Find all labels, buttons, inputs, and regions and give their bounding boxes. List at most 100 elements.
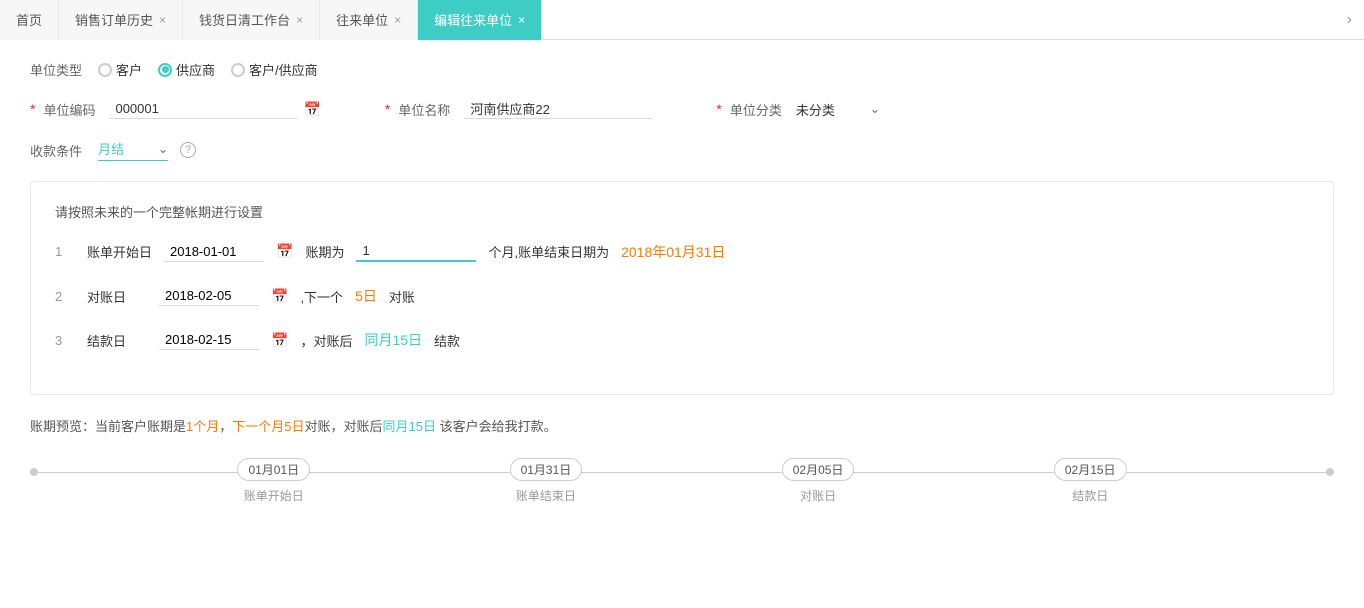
tab-cashwork-close[interactable]: × [296,13,303,27]
row-field-label-1: 账单开始日 [87,242,152,261]
unit-type-label: 单位类型 [30,60,82,79]
tab-cashwork-label: 钱货日清工作台 [199,10,290,29]
payment-condition-select-wrapper: 月结 ⌄ [98,139,168,161]
tab-home-label: 首页 [16,10,42,29]
preview-suffix: 该客户会给我打款。 [436,419,557,434]
tab-home[interactable]: 首页 [0,0,59,40]
timeline-point-2: 02月05日 对账日 [782,458,855,504]
timeline-date-2: 02月05日 [793,463,844,477]
setting-row-1: 1 账单开始日 📅 账期为 个月,账单结束日期为 2018年01月31日 [55,241,1309,262]
unit-category-dropdown-icon[interactable]: ⌄ [870,102,880,116]
tab-edit-partner-close[interactable]: × [518,13,525,27]
unit-category-star: * [716,101,721,117]
row-num-2: 2 [55,289,75,304]
tab-sales-history-close[interactable]: × [159,13,166,27]
radio-customer-supplier[interactable]: 客户/供应商 [231,60,318,79]
period-end-date: 2018年01月31日 [621,242,725,262]
unit-name-label: 单位名称 [398,100,450,119]
settle-desc-suffix: 结款 [434,331,460,350]
unit-name-star: * [385,101,390,117]
settle-date-calendar-icon[interactable]: 📅 [271,332,288,349]
settle-date-input[interactable] [159,330,259,350]
payment-condition-value: 月结 [98,139,158,158]
tab-partner[interactable]: 往来单位 × [320,0,418,40]
timeline-label-0: 账单开始日 [244,487,304,504]
tabs-bar: 首页 销售订单历史 × 钱货日清工作台 × 往来单位 × 编辑往来单位 × › [0,0,1364,40]
timeline-point-0: 01月01日 账单开始日 [237,458,310,504]
card-instruction: 请按照未来的一个完整帐期进行设置 [55,202,1309,221]
preview-middle: 对账，对账后 [305,419,383,434]
help-icon[interactable]: ? [180,142,196,158]
radio-customer-circle [98,63,112,77]
timeline-container: 01月01日 账单开始日 01月31日 账单结束日 02月05日 对账日 02月… [30,458,1334,504]
radio-supplier-label: 供应商 [176,60,215,79]
period-suffix: 个月,账单结束日期为 [488,242,609,261]
tab-cashwork[interactable]: 钱货日清工作台 × [183,0,320,40]
row-field-label-3: 结款日 [87,331,147,350]
radio-customer-label: 客户 [116,60,142,79]
timeline-date-3: 02月15日 [1065,463,1116,477]
unit-name-input[interactable] [464,99,652,119]
unit-category-value: 未分类 [796,100,856,119]
start-date-input[interactable] [164,242,264,262]
unit-name-field: * 单位名称 [385,99,652,119]
setting-row-3: 3 结款日 📅 ，对账后 同月15日 结款 [55,330,1309,350]
payment-condition-chevron-icon[interactable]: ⌄ [158,142,168,156]
timeline-items: 01月01日 账单开始日 01月31日 账单结束日 02月05日 对账日 02月… [30,458,1334,504]
preview-part3: 同月15日 [383,419,436,434]
tab-sales-history[interactable]: 销售订单历史 × [59,0,183,40]
timeline-date-0: 01月01日 [248,463,299,477]
payment-condition-label: 收款条件 [30,141,82,160]
timeline-bubble-1: 01月31日 [510,458,583,481]
row-num-1: 1 [55,244,75,259]
settle-desc-prefix: ，对账后 [300,331,352,350]
radio-customer-supplier-circle [231,63,245,77]
preview-comma: ， [219,419,232,434]
tab-partner-label: 往来单位 [336,10,388,29]
tab-partner-close[interactable]: × [394,13,401,27]
timeline-date-1: 01月31日 [521,463,572,477]
reconcile-date-calendar-icon[interactable]: 📅 [271,288,288,305]
radio-supplier-circle [158,63,172,77]
unit-code-field: * 单位编码 📅 [30,99,321,119]
preview-section: 账期预览：当前客户账期是1个月，下一个月5日对账，对账后同月15日 该客户会给我… [30,415,1334,438]
start-date-calendar-icon[interactable]: 📅 [276,243,293,260]
page-content: 单位类型 客户 供应商 客户/供应商 * 单位编码 📅 * 单位名称 [0,40,1364,608]
preview-prefix: 账期预览：当前客户账期是 [30,419,186,434]
reconcile-desc-highlight: 5日 [355,286,377,306]
settle-desc-highlight: 同月15日 [364,330,422,350]
reconcile-desc-prefix: ,下一个 [300,287,343,306]
timeline-label-2: 对账日 [800,487,836,504]
unit-code-calendar-icon[interactable]: 📅 [303,101,320,118]
timeline-right-dot [1326,468,1334,476]
payment-condition-row: 收款条件 月结 ⌄ ? [30,139,1334,161]
unit-category-field: * 单位分类 未分类 ⌄ [716,100,880,119]
period-input[interactable] [356,241,476,262]
tab-edit-partner[interactable]: 编辑往来单位 × [418,0,542,40]
setting-row-2: 2 对账日 📅 ,下一个 5日 对账 [55,286,1309,306]
timeline-bubble-2: 02月05日 [782,458,855,481]
radio-customer[interactable]: 客户 [98,60,142,79]
unit-category-label: 单位分类 [730,100,782,119]
unit-info-row: * 单位编码 📅 * 单位名称 * 单位分类 未分类 ⌄ [30,99,1334,119]
reconcile-date-input[interactable] [159,286,259,306]
unit-type-radio-group: 客户 供应商 客户/供应商 [98,60,318,79]
period-prefix: 账期为 [305,242,344,261]
tab-sales-history-label: 销售订单历史 [75,10,153,29]
timeline-point-3: 02月15日 结款日 [1054,458,1127,504]
timeline-left-dot [30,468,38,476]
radio-customer-supplier-label: 客户/供应商 [249,60,318,79]
timeline-label-1: 账单结束日 [516,487,576,504]
unit-code-input[interactable] [109,99,297,119]
timeline-label-3: 结款日 [1072,487,1108,504]
row-num-3: 3 [55,333,75,348]
reconcile-desc-suffix: 对账 [389,287,415,306]
unit-code-star: * [30,101,35,117]
radio-supplier[interactable]: 供应商 [158,60,215,79]
preview-part2: 下一个月5日 [232,419,304,434]
unit-code-label: 单位编码 [43,100,95,119]
timeline-bubble-0: 01月01日 [237,458,310,481]
preview-part1: 1个月 [186,419,219,434]
settings-card: 请按照未来的一个完整帐期进行设置 1 账单开始日 📅 账期为 个月,账单结束日期… [30,181,1334,395]
tab-more-button[interactable]: › [1335,11,1364,29]
